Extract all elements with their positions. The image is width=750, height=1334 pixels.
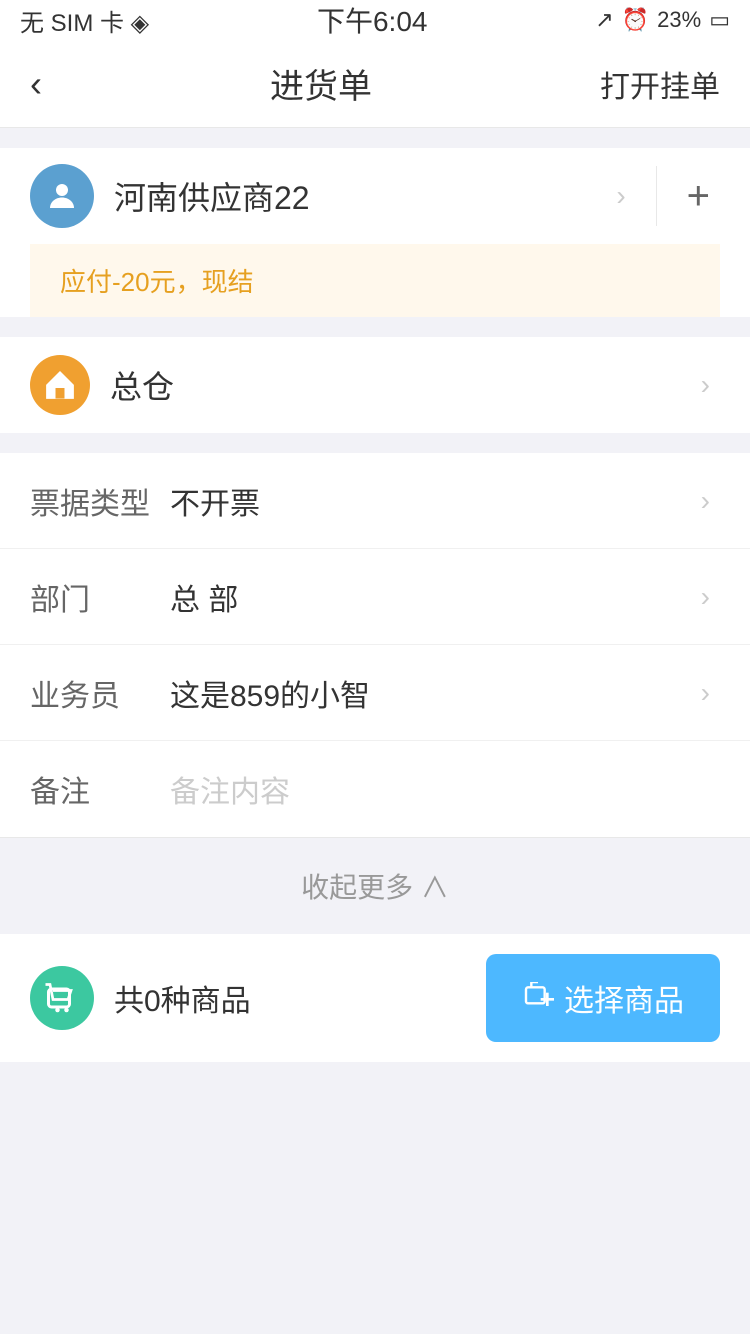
department-row[interactable]: 部门 总 部 › <box>0 549 750 645</box>
salesperson-value: 这是859的小智 <box>150 671 701 715</box>
nav-bar: ‹ 进货单 打开挂单 <box>0 40 750 128</box>
no-sim-label: 无 SIM 卡 ◈ <box>20 3 149 38</box>
status-left: 无 SIM 卡 ◈ <box>20 3 149 38</box>
location-icon: ↗ <box>595 7 613 33</box>
battery-label: 23% <box>657 7 701 33</box>
warehouse-section[interactable]: 总仓 › <box>0 337 750 433</box>
salesperson-row[interactable]: 业务员 这是859的小智 › <box>0 645 750 741</box>
open-pending-button[interactable]: 打开挂单 <box>600 62 720 106</box>
avatar <box>30 164 94 228</box>
department-label: 部门 <box>30 575 150 619</box>
product-count: 共0种商品 <box>114 976 486 1020</box>
cart-icon <box>44 980 80 1016</box>
warehouse-name: 总仓 <box>110 362 701 408</box>
bottom-bar: 共0种商品 选择商品 <box>0 934 750 1062</box>
warehouse-icon-bg <box>30 355 90 415</box>
select-goods-label: 选择商品 <box>564 976 684 1020</box>
page-title: 进货单 <box>270 59 372 108</box>
status-time: 下午6:04 <box>317 0 428 40</box>
invoice-type-row[interactable]: 票据类型 不开票 › <box>0 453 750 549</box>
back-button[interactable]: ‹ <box>30 63 42 105</box>
collapse-button[interactable]: 收起更多 ∧ <box>0 837 750 934</box>
select-goods-button[interactable]: 选择商品 <box>486 954 720 1042</box>
salesperson-label: 业务员 <box>30 671 150 715</box>
invoice-type-value: 不开票 <box>150 479 701 523</box>
invoice-type-label: 票据类型 <box>30 479 150 523</box>
remark-label: 备注 <box>30 767 150 811</box>
salesperson-chevron-icon: › <box>701 677 710 709</box>
supplier-name: 河南供应商22 <box>114 173 616 219</box>
warehouse-row[interactable]: 总仓 › <box>30 337 720 433</box>
remark-row[interactable]: 备注 备注内容 <box>0 741 750 837</box>
divider <box>656 166 657 226</box>
supplier-chevron-icon: › <box>616 180 625 212</box>
notice-bar: 应付-20元，现结 <box>30 244 720 317</box>
status-right: ↗ ⏰ 23% ▭ <box>595 7 730 33</box>
main-content: 河南供应商22 › + 应付-20元，现结 总仓 › 票据类型 不开票 › <box>0 148 750 1062</box>
status-bar: 无 SIM 卡 ◈ 下午6:04 ↗ ⏰ 23% ▭ <box>0 0 750 40</box>
remark-input[interactable]: 备注内容 <box>150 767 720 811</box>
warehouse-chevron-icon: › <box>701 369 710 401</box>
person-icon <box>44 178 80 214</box>
select-goods-icon <box>522 982 554 1014</box>
invoice-type-chevron-icon: › <box>701 485 710 517</box>
department-value: 总 部 <box>150 575 701 619</box>
supplier-section: 河南供应商22 › + 应付-20元，现结 <box>0 148 750 317</box>
supplier-row[interactable]: 河南供应商22 › + <box>30 148 720 244</box>
house-icon <box>42 367 78 403</box>
product-icon-bg <box>30 966 94 1030</box>
form-section: 票据类型 不开票 › 部门 总 部 › 业务员 这是859的小智 › 备注 备注… <box>0 453 750 837</box>
alarm-icon: ⏰ <box>622 7 649 33</box>
add-supplier-button[interactable]: + <box>677 174 720 219</box>
battery-icon: ▭ <box>709 7 730 33</box>
department-chevron-icon: › <box>701 581 710 613</box>
